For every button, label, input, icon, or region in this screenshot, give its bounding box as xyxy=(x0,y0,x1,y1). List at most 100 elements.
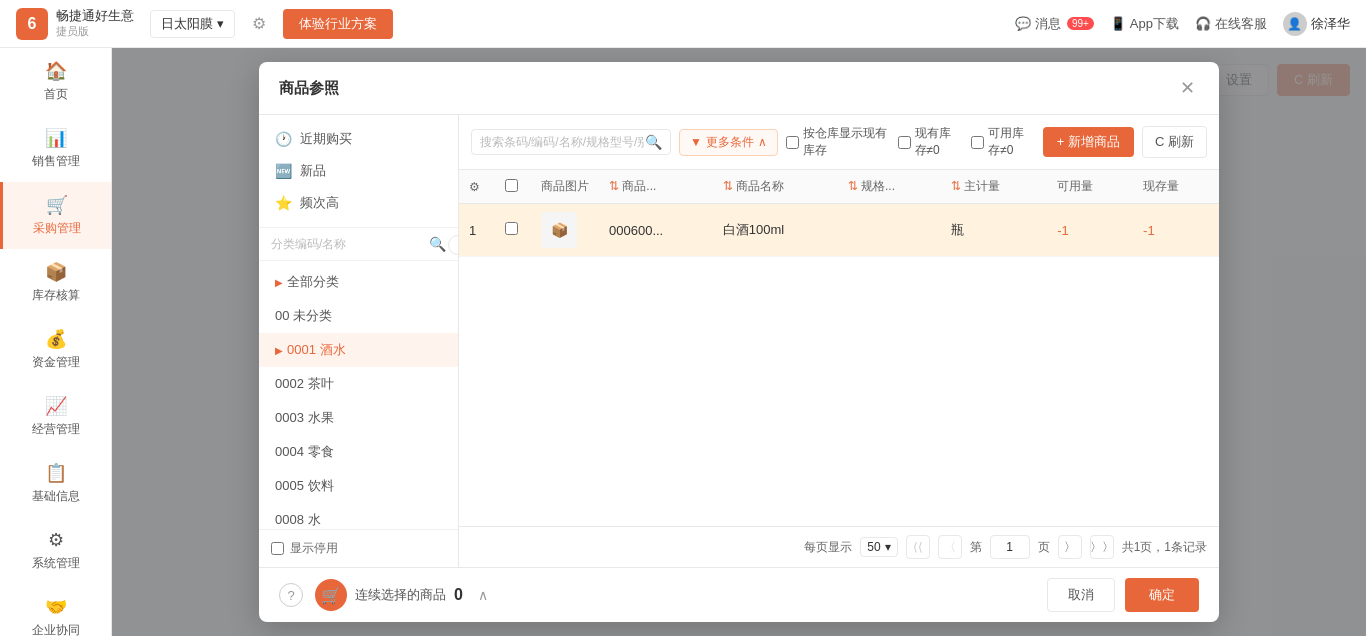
sidebar-item-inventory[interactable]: 📦 库存核算 xyxy=(0,249,111,316)
toolbar-right: + 新增商品 C 刷新 xyxy=(1043,126,1207,158)
refresh-button[interactable]: C 刷新 xyxy=(1142,126,1207,158)
message-icon: 💬 xyxy=(1015,16,1031,31)
page-unit: 页 xyxy=(1038,539,1050,556)
category-search-input[interactable] xyxy=(271,237,423,251)
sidebar-item-sales[interactable]: 📊 销售管理 xyxy=(0,115,111,182)
sidebar-item-finance[interactable]: 💰 资金管理 xyxy=(0,316,111,383)
sidebar-item-purchase[interactable]: 🛒 采购管理 xyxy=(0,182,111,249)
more-filter-btn[interactable]: ▼ 更多条件 ∧ xyxy=(679,129,778,156)
footer-collapse-btn[interactable]: ∧ xyxy=(471,583,495,607)
category-search-icon[interactable]: 🔍 xyxy=(429,236,446,252)
prev-page-btn[interactable]: 〈 xyxy=(938,535,962,559)
category-label-1: 0001 酒水 xyxy=(287,341,346,359)
filter-label: 更多条件 xyxy=(706,134,754,151)
category-search[interactable]: 🔍 xyxy=(259,228,458,261)
system-icon: ⚙ xyxy=(48,529,64,551)
last-page-btn[interactable]: 〉〉 xyxy=(1090,535,1114,559)
product-table-wrap: ⚙ 商品图片 xyxy=(459,170,1219,526)
page-number-input[interactable] xyxy=(990,535,1030,559)
finance-icon: 💰 xyxy=(45,328,67,350)
warehouse-stock-checkbox[interactable] xyxy=(786,136,799,149)
modal-close-button[interactable]: ✕ xyxy=(1175,76,1199,100)
nav-select-text: 日太阳膜 xyxy=(161,15,213,33)
current-stock-checkbox[interactable] xyxy=(898,136,911,149)
show-disabled-label[interactable]: 显示停用 xyxy=(290,540,338,557)
product-search-icon[interactable]: 🔍 xyxy=(645,134,662,150)
current-stock-filter[interactable]: 现有库存≠0 xyxy=(898,125,962,159)
product-code: 000600... xyxy=(609,223,663,238)
th-checkbox[interactable] xyxy=(495,170,531,204)
available-stock-filter[interactable]: 可用库存≠0 xyxy=(971,125,1035,159)
sidebar-item-system[interactable]: ⚙ 系统管理 xyxy=(0,517,111,584)
clock-icon: 🕐 xyxy=(275,131,292,147)
available-stock-checkbox[interactable] xyxy=(971,136,984,149)
sidebar-label-operations: 经营管理 xyxy=(32,421,80,438)
row-checkbox[interactable] xyxy=(505,222,518,235)
product-search-input[interactable] xyxy=(480,135,645,149)
download-icon: 📱 xyxy=(1110,16,1126,31)
category-item-4[interactable]: 0004 零食 xyxy=(259,435,458,469)
sort-icon-unit: ⇅ xyxy=(951,179,961,193)
sidebar-label-system: 系统管理 xyxy=(32,555,80,572)
trial-button[interactable]: 体验行业方案 xyxy=(283,9,393,39)
nav-select[interactable]: 日太阳膜 ▾ xyxy=(150,10,235,38)
category-item-6[interactable]: 0008 水 xyxy=(259,503,458,529)
sidebar-item-enterprise[interactable]: 🤝 企业协同 xyxy=(0,584,111,636)
main-layout: 🏠 首页 📊 销售管理 🛒 采购管理 📦 库存核算 💰 资金管理 📈 经营管理 … xyxy=(0,48,1366,636)
sort-icon-spec: ⇅ xyxy=(848,179,858,193)
help-icon-btn[interactable]: ? xyxy=(279,583,303,607)
product-image: 📦 xyxy=(541,212,577,248)
category-item-0[interactable]: 00 未分类 xyxy=(259,299,458,333)
show-disabled-checkbox[interactable] xyxy=(271,542,284,555)
messages-btn[interactable]: 💬 消息 99+ xyxy=(1015,15,1094,33)
cancel-button[interactable]: 取消 xyxy=(1047,578,1115,612)
sidebar-label-home: 首页 xyxy=(44,86,68,103)
th-spec[interactable]: ⇅ 规格... xyxy=(838,170,941,204)
page-total: 共1页，1条记录 xyxy=(1122,539,1207,556)
quick-filter-new[interactable]: 🆕 新品 xyxy=(259,155,458,187)
product-name: 白酒100ml xyxy=(723,222,784,237)
th-unit[interactable]: ⇅ 主计量 xyxy=(941,170,1047,204)
category-label-0: 00 未分类 xyxy=(275,307,332,325)
sidebar-item-basic-info[interactable]: 📋 基础信息 xyxy=(0,450,111,517)
next-page-btn[interactable]: 〉 xyxy=(1058,535,1082,559)
top-nav: 6 畅捷通好生意 捷员版 日太阳膜 ▾ ⚙ 体验行业方案 💬 消息 99+ 📱 … xyxy=(0,0,1366,48)
sidebar-item-home[interactable]: 🏠 首页 xyxy=(0,48,111,115)
row-index: 1 xyxy=(459,204,495,257)
left-bottom: 显示停用 xyxy=(259,529,458,567)
sidebar-item-operations[interactable]: 📈 经营管理 xyxy=(0,383,111,450)
home-icon: 🏠 xyxy=(45,60,67,82)
select-all-checkbox[interactable] xyxy=(505,179,518,192)
category-item-2[interactable]: 0002 茶叶 xyxy=(259,367,458,401)
warehouse-stock-filter[interactable]: 按仓库显示现有库存 xyxy=(786,125,888,159)
gear-icon[interactable]: ⚙ xyxy=(243,8,275,40)
category-item-all[interactable]: ▶ 全部分类 xyxy=(259,265,458,299)
table-header-row: ⚙ 商品图片 xyxy=(459,170,1219,204)
per-page-select[interactable]: 50 ▾ xyxy=(860,537,897,557)
confirm-button[interactable]: 确定 xyxy=(1125,578,1199,612)
category-label-4: 0004 零食 xyxy=(275,443,334,461)
category-item-5[interactable]: 0005 饮料 xyxy=(259,469,458,503)
filter-conditions: 按仓库显示现有库存 现有库存≠0 可用库存≠0 xyxy=(786,125,1035,159)
online-service-btn[interactable]: 🎧 在线客服 xyxy=(1195,15,1267,33)
th-settings[interactable]: ⚙ xyxy=(459,170,495,204)
cart-icon-btn[interactable]: 🛒 xyxy=(315,579,347,611)
category-item-1[interactable]: ▶ 0001 酒水 xyxy=(259,333,458,367)
first-page-btn[interactable]: ⟨⟨ xyxy=(906,535,930,559)
quick-filter-recent[interactable]: 🕐 近期购买 xyxy=(259,123,458,155)
category-item-3[interactable]: 0003 水果 xyxy=(259,401,458,435)
user-area[interactable]: 👤 徐泽华 xyxy=(1283,12,1350,36)
th-name[interactable]: ⇅ 商品名称 xyxy=(713,170,838,204)
th-code[interactable]: ⇅ 商品... xyxy=(599,170,713,204)
purchase-icon: 🛒 xyxy=(46,194,68,216)
table-row[interactable]: 1 📦 xyxy=(459,204,1219,257)
row-spec-cell xyxy=(838,204,941,257)
add-product-button[interactable]: + 新增商品 xyxy=(1043,127,1134,157)
row-checkbox-cell[interactable] xyxy=(495,204,531,257)
product-search-wrap[interactable]: 🔍 xyxy=(471,129,671,155)
app-download-btn[interactable]: 📱 App下载 xyxy=(1110,15,1179,33)
product-table: ⚙ 商品图片 xyxy=(459,170,1219,257)
row-code-cell: 000600... xyxy=(599,204,713,257)
quick-filter-frequent[interactable]: ⭐ 频次高 xyxy=(259,187,458,219)
th-stock: 现存量 xyxy=(1133,170,1219,204)
